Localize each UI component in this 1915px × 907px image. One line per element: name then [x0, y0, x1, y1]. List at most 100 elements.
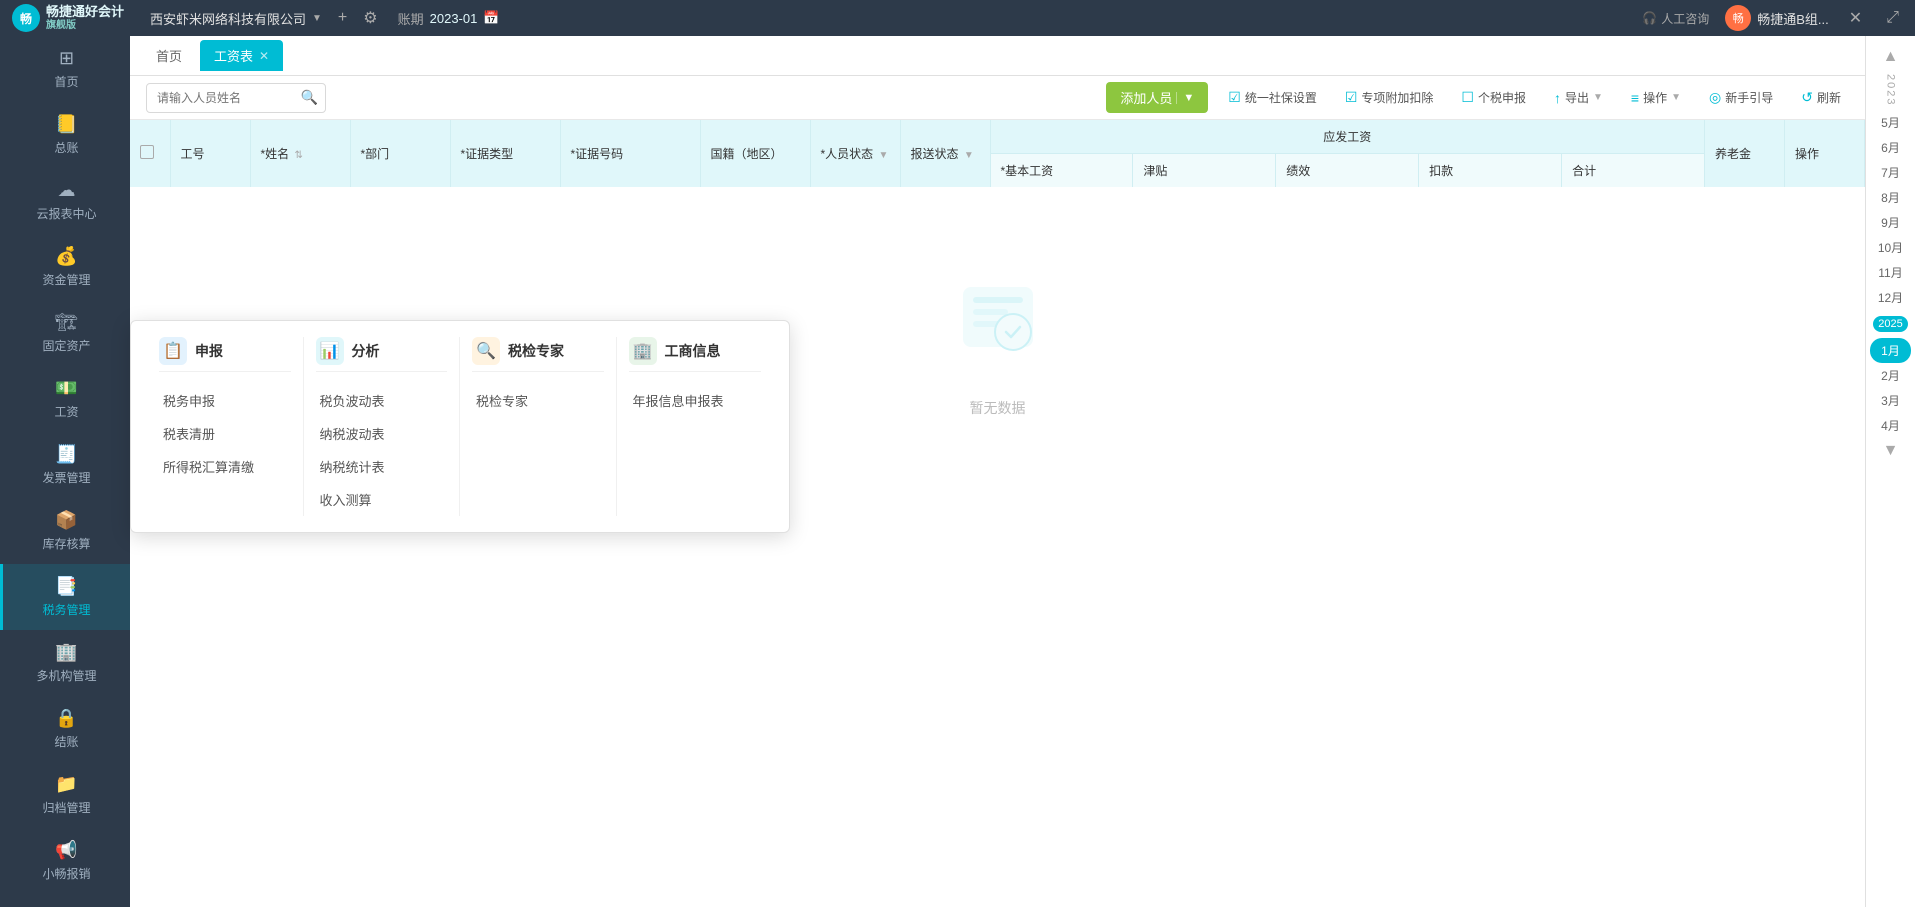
timeline-month-2023-10[interactable]: 10月	[1866, 235, 1915, 260]
close-window-button[interactable]: ✕	[1845, 4, 1866, 32]
refresh-label: 刷新	[1817, 89, 1841, 106]
sidebar-label-home: 首页	[54, 73, 78, 90]
tab-salary-label: 工资表	[214, 46, 253, 65]
add-company-button[interactable]: +	[334, 5, 351, 31]
invoice-icon: 🧾	[55, 444, 77, 465]
app-title: 畅捷通好会计	[46, 4, 124, 20]
sidebar-item-multi-org[interactable]: 🏢 多机构管理	[0, 630, 130, 696]
expand-window-button[interactable]: ⤢	[1882, 5, 1903, 31]
closing-icon: 🔒	[55, 708, 77, 729]
dropdown-item-tax-burden[interactable]: 税负波动表	[316, 384, 448, 417]
report-filter-icon[interactable]: ▼	[964, 150, 974, 161]
th-checkbox	[130, 120, 170, 187]
refresh-icon: ↺	[1801, 89, 1813, 106]
timeline-month-2023-7[interactable]: 7月	[1866, 160, 1915, 185]
social-insurance-label: 统一社保设置	[1245, 89, 1317, 106]
dropdown-item-tax-form-clear[interactable]: 税表清册	[159, 417, 291, 450]
sidebar-item-basic-settings[interactable]: ⚙ 基础设置	[0, 894, 130, 907]
no-data-icon	[948, 267, 1048, 386]
tax-return-icon: ☐	[1461, 89, 1474, 106]
sidebar-item-closing[interactable]: 🔒 结账	[0, 696, 130, 762]
sidebar-item-ledger[interactable]: 📒 总账	[0, 102, 130, 168]
dropdown-item-annual-report[interactable]: 年报信息申报表	[629, 384, 762, 417]
declaration-header-label: 申报	[195, 341, 223, 361]
sidebar-item-home[interactable]: ⊞ 首页	[0, 36, 130, 102]
calendar-icon[interactable]: 📅	[483, 10, 499, 26]
timeline-month-2025-3[interactable]: 3月	[1866, 388, 1915, 413]
sidebar-label-closing: 结账	[54, 733, 78, 750]
support-button[interactable]: 🎧 人工咨询	[1642, 10, 1709, 27]
toolbar: 🔍 添加人员 ▼ ☑ 统一社保设置 ☑ 专项附加扣除 ☐ 个税申报 ↑ 导出	[130, 76, 1865, 120]
search-wrap: 🔍	[146, 83, 326, 113]
timeline-up-arrow[interactable]: ▲	[1879, 44, 1903, 70]
timeline-month-2023-9[interactable]: 9月	[1866, 210, 1915, 235]
dropdown-grid: 📋 申报 税务申报 税表清册 所得税汇算清缴 📊 分析 税负波动表	[147, 337, 773, 516]
operation-button[interactable]: ≡ 操作 ▼	[1623, 85, 1689, 110]
user-area[interactable]: 畅 畅捷通B组...	[1725, 5, 1829, 31]
timeline-month-2025-4[interactable]: 4月	[1866, 413, 1915, 438]
tab-home[interactable]: 首页	[142, 40, 196, 71]
guide-button[interactable]: ◎ 新手引导	[1701, 85, 1781, 110]
timeline-month-2023-6[interactable]: 6月	[1866, 135, 1915, 160]
timeline-month-2023-8[interactable]: 8月	[1866, 185, 1915, 210]
sidebar-item-inventory[interactable]: 📦 库存核算	[0, 498, 130, 564]
tax-return-button[interactable]: ☐ 个税申报	[1453, 85, 1534, 110]
th-base-salary: *基本工资	[990, 154, 1133, 188]
sidebar-label-tax: 税务管理	[42, 601, 90, 618]
export-button[interactable]: ↑ 导出 ▼	[1546, 85, 1611, 110]
cloud-icon: ☁	[58, 180, 76, 201]
sidebar-label-ledger: 总账	[54, 139, 78, 156]
add-person-button[interactable]: 添加人员 ▼	[1106, 82, 1208, 113]
sidebar-item-salary[interactable]: 💵 工资	[0, 366, 130, 432]
timeline-month-2023-11[interactable]: 11月	[1866, 260, 1915, 285]
dropdown-menu: 📋 申报 税务申报 税表清册 所得税汇算清缴 📊 分析 税负波动表	[130, 320, 790, 533]
sidebar-label-inventory: 库存核算	[42, 535, 90, 552]
sidebar-label-fund: 资金管理	[42, 271, 90, 288]
logo-icon: 畅	[12, 4, 40, 32]
sidebar-item-cloud-report[interactable]: ☁ 云报表中心	[0, 168, 130, 234]
tab-close-icon[interactable]: ✕	[259, 49, 269, 63]
th-name-label: 姓名	[265, 147, 289, 161]
sidebar-item-archive[interactable]: 📁 归档管理	[0, 762, 130, 828]
business-info-header-icon: 🏢	[629, 337, 657, 365]
sidebar-item-fixed-assets[interactable]: 🏗 固定资产	[0, 300, 130, 366]
timeline-month-2023-5[interactable]: 5月	[1866, 110, 1915, 135]
tax-return-label: 个税申报	[1478, 89, 1526, 106]
period-value[interactable]: 2023-01	[430, 11, 478, 26]
timeline-down-arrow[interactable]: ▼	[1879, 438, 1903, 464]
business-info-header-label: 工商信息	[665, 341, 721, 361]
status-filter-icon[interactable]: ▼	[879, 150, 889, 161]
select-all-checkbox[interactable]	[140, 145, 154, 159]
search-input[interactable]	[146, 83, 326, 113]
th-region: 国籍（地区）	[700, 120, 810, 187]
sidebar-item-fund[interactable]: 💰 资金管理	[0, 234, 130, 300]
timeline-month-2025-1[interactable]: 1月	[1870, 338, 1911, 363]
settings-icon[interactable]: ⚙	[359, 4, 381, 32]
dropdown-item-tax-stat[interactable]: 纳税统计表	[316, 450, 448, 483]
company-selector[interactable]: 西安虾米网络科技有限公司 ▼	[150, 9, 322, 28]
dropdown-item-tax-wave[interactable]: 纳税波动表	[316, 417, 448, 450]
refresh-button[interactable]: ↺ 刷新	[1793, 85, 1849, 110]
timeline-month-2023-12[interactable]: 12月	[1866, 285, 1915, 310]
dropdown-item-tax-declaration[interactable]: 税务申报	[159, 384, 291, 417]
analysis-header-label: 分析	[352, 341, 380, 361]
dropdown-item-income-calc[interactable]: 收入测算	[316, 483, 448, 516]
timeline-month-2025-2[interactable]: 2月	[1866, 363, 1915, 388]
sidebar-label-archive: 归档管理	[42, 799, 90, 816]
sidebar-item-tax[interactable]: 📑 税务管理	[0, 564, 130, 630]
special-deduction-button[interactable]: ☑ 专项附加扣除	[1337, 85, 1442, 110]
th-dept: *部门	[350, 120, 450, 187]
sidebar-item-invoice[interactable]: 🧾 发票管理	[0, 432, 130, 498]
export-arrow-icon: ▼	[1593, 92, 1603, 103]
dropdown-item-income-tax-calc[interactable]: 所得税汇算清缴	[159, 450, 291, 483]
social-insurance-button[interactable]: ☑ 统一社保设置	[1220, 85, 1325, 110]
social-insurance-icon: ☑	[1228, 89, 1241, 106]
sort-icon[interactable]: ⇅	[295, 150, 303, 161]
support-label: 人工咨询	[1661, 10, 1709, 27]
sidebar-item-xiao-chang[interactable]: 📢 小畅报销	[0, 828, 130, 894]
tab-salary[interactable]: 工资表 ✕	[200, 40, 283, 71]
year-2025-label: 2025	[1873, 316, 1907, 332]
sidebar-label-fixed-assets: 固定资产	[42, 337, 90, 354]
dropdown-item-tax-expert[interactable]: 税检专家	[472, 384, 604, 417]
operation-icon: ≡	[1631, 90, 1639, 106]
